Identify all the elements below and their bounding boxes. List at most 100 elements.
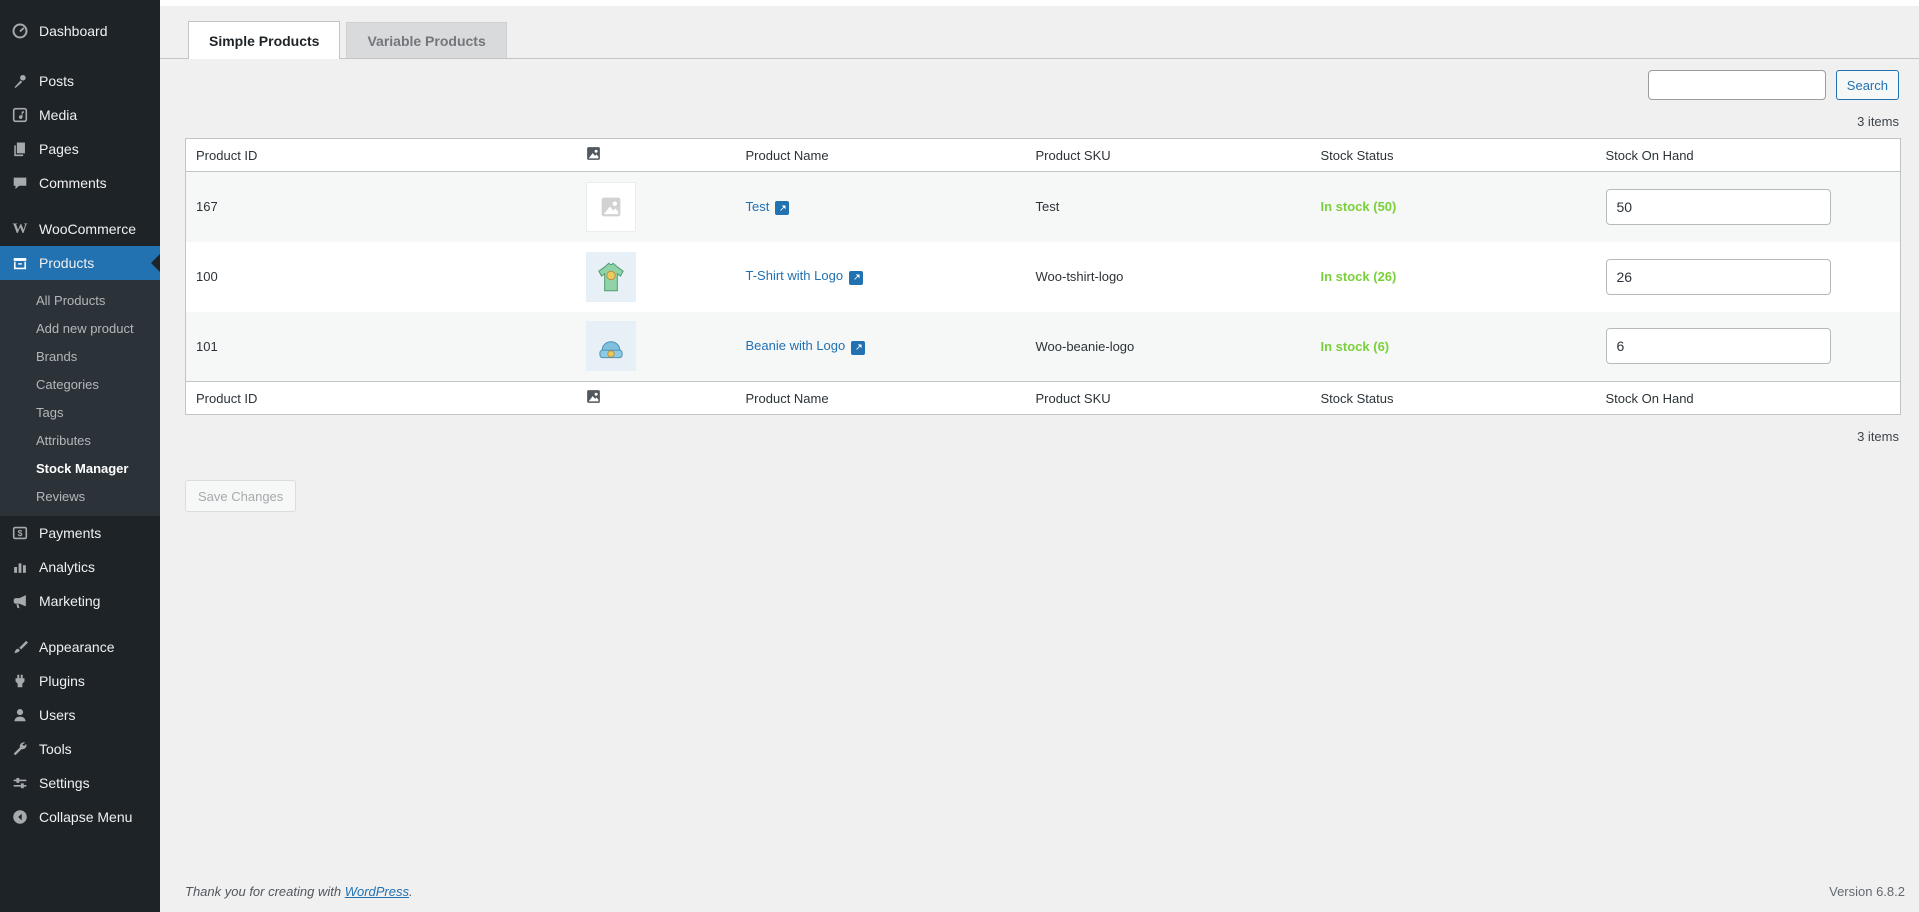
submenu-label: Tags xyxy=(36,405,63,420)
product-name-text: Test xyxy=(746,199,770,214)
stock-on-hand-input[interactable] xyxy=(1606,259,1831,295)
sidebar-item-analytics[interactable]: Analytics xyxy=(0,550,160,584)
sidebar-item-marketing[interactable]: Marketing xyxy=(0,584,160,618)
product-id: 100 xyxy=(196,269,218,284)
sidebar-item-products[interactable]: Products xyxy=(0,246,160,280)
column-footer-product-sku: Product SKU xyxy=(1036,391,1111,406)
submenu-item-all-products[interactable]: All Products xyxy=(0,286,160,314)
sidebar-item-label: Payments xyxy=(39,525,101,541)
save-changes-button[interactable]: Save Changes xyxy=(185,480,296,512)
product-id: 167 xyxy=(196,199,218,214)
external-link-icon xyxy=(775,201,789,215)
table-row: 100 T-Shirt with Logo Woo-tshirt-logo In… xyxy=(186,242,1901,312)
sidebar-item-label: WooCommerce xyxy=(39,221,136,237)
product-sku: Woo-beanie-logo xyxy=(1036,339,1135,354)
stock-status-badge: In stock (26) xyxy=(1321,269,1397,284)
svg-text:$: $ xyxy=(18,528,23,538)
search-row: Search xyxy=(160,70,1919,100)
sidebar-item-media[interactable]: Media xyxy=(0,98,160,132)
products-box-icon xyxy=(10,253,30,273)
sidebar-item-appearance[interactable]: Appearance xyxy=(0,630,160,664)
top-white-strip xyxy=(160,0,1919,6)
submenu-item-add-new-product[interactable]: Add new product xyxy=(0,314,160,342)
thanks-prefix: Thank you for creating with xyxy=(185,884,345,899)
pushpin-icon xyxy=(10,71,30,91)
sidebar-item-label: Analytics xyxy=(39,559,95,575)
stock-status-badge: In stock (50) xyxy=(1321,199,1397,214)
submenu-label: Brands xyxy=(36,349,77,364)
external-link-icon xyxy=(849,271,863,285)
sidebar-item-settings[interactable]: Settings xyxy=(0,766,160,800)
column-footer-stock-status: Stock Status xyxy=(1321,391,1394,406)
user-icon xyxy=(10,705,30,725)
sidebar-item-label: Plugins xyxy=(39,673,85,689)
sidebar-item-posts[interactable]: Posts xyxy=(0,64,160,98)
sidebar-item-payments[interactable]: $ Payments xyxy=(0,516,160,550)
dashboard-icon xyxy=(10,21,30,41)
bar-chart-icon xyxy=(10,557,30,577)
sidebar-item-tools[interactable]: Tools xyxy=(0,732,160,766)
product-name-link[interactable]: Beanie with Logo xyxy=(746,338,866,353)
product-name-link[interactable]: T-Shirt with Logo xyxy=(746,268,864,283)
sidebar-item-users[interactable]: Users xyxy=(0,698,160,732)
media-icon xyxy=(10,105,30,125)
column-footer-stock-on-hand: Stock On Hand xyxy=(1606,391,1694,406)
submenu-item-attributes[interactable]: Attributes xyxy=(0,426,160,454)
stock-status-badge: In stock (6) xyxy=(1321,339,1390,354)
column-header-product-sku: Product SKU xyxy=(1036,148,1111,163)
tab-variable-products[interactable]: Variable Products xyxy=(346,22,506,58)
megaphone-icon xyxy=(10,591,30,611)
sidebar-item-dashboard[interactable]: Dashboard xyxy=(0,14,160,48)
product-sku: Woo-tshirt-logo xyxy=(1036,269,1124,284)
column-header-stock-on-hand: Stock On Hand xyxy=(1606,148,1694,163)
tab-label: Variable Products xyxy=(367,33,485,49)
wordpress-link[interactable]: WordPress xyxy=(345,884,409,899)
beanie-image xyxy=(586,321,636,371)
sidebar-item-woocommerce[interactable]: W WooCommerce xyxy=(0,212,160,246)
table-footer-header-row: Product ID Product Name Product SKU Stoc… xyxy=(186,382,1901,415)
plug-icon xyxy=(10,671,30,691)
search-button[interactable]: Search xyxy=(1836,70,1899,100)
sidebar-item-comments[interactable]: Comments xyxy=(0,166,160,200)
sidebar-item-label: Media xyxy=(39,107,77,123)
product-name-link[interactable]: Test xyxy=(746,199,790,214)
submenu-item-categories[interactable]: Categories xyxy=(0,370,160,398)
product-id: 101 xyxy=(196,339,218,354)
thanks-suffix: . xyxy=(409,884,413,899)
table-row: 101 Beanie with Logo Woo-beanie-logo In … xyxy=(186,312,1901,382)
sliders-icon xyxy=(10,773,30,793)
sidebar-item-plugins[interactable]: Plugins xyxy=(0,664,160,698)
submenu-item-reviews[interactable]: Reviews xyxy=(0,482,160,510)
sidebar-item-pages[interactable]: Pages xyxy=(0,132,160,166)
submenu-item-tags[interactable]: Tags xyxy=(0,398,160,426)
table-header-row: Product ID Product Name Product SKU Stoc… xyxy=(186,139,1901,172)
version-text: Version 6.8.2 xyxy=(1829,884,1905,899)
items-count-top: 3 items xyxy=(160,114,1919,129)
product-name-text: T-Shirt with Logo xyxy=(746,268,844,283)
footer-thanks-text: Thank you for creating with WordPress. xyxy=(185,884,413,899)
column-header-product-name: Product Name xyxy=(746,148,829,163)
search-input[interactable] xyxy=(1648,70,1826,100)
product-sku: Test xyxy=(1036,199,1060,214)
submenu-label: Add new product xyxy=(36,321,134,336)
sidebar-item-label: Comments xyxy=(39,175,107,191)
brush-icon xyxy=(10,637,30,657)
sidebar-item-label: Dashboard xyxy=(39,23,108,39)
collapse-arrow-icon xyxy=(10,807,30,827)
wrench-icon xyxy=(10,739,30,759)
pages-icon xyxy=(10,139,30,159)
sidebar-item-label: Settings xyxy=(39,775,90,791)
stock-on-hand-input[interactable] xyxy=(1606,328,1831,364)
tab-simple-products[interactable]: Simple Products xyxy=(188,21,340,59)
stock-table: Product ID Product Name Product SKU Stoc… xyxy=(185,138,1901,415)
products-submenu: All Products Add new product Brands Cate… xyxy=(0,280,160,516)
submenu-label: All Products xyxy=(36,293,105,308)
stock-on-hand-input[interactable] xyxy=(1606,189,1831,225)
submenu-item-stock-manager[interactable]: Stock Manager xyxy=(0,454,160,482)
column-header-stock-status: Stock Status xyxy=(1321,148,1394,163)
main-content: Simple Products Variable Products Search… xyxy=(160,0,1919,912)
tab-bar: Simple Products Variable Products xyxy=(160,22,1919,59)
collapse-menu-button[interactable]: Collapse Menu xyxy=(0,800,160,834)
submenu-item-brands[interactable]: Brands xyxy=(0,342,160,370)
product-name-text: Beanie with Logo xyxy=(746,338,846,353)
